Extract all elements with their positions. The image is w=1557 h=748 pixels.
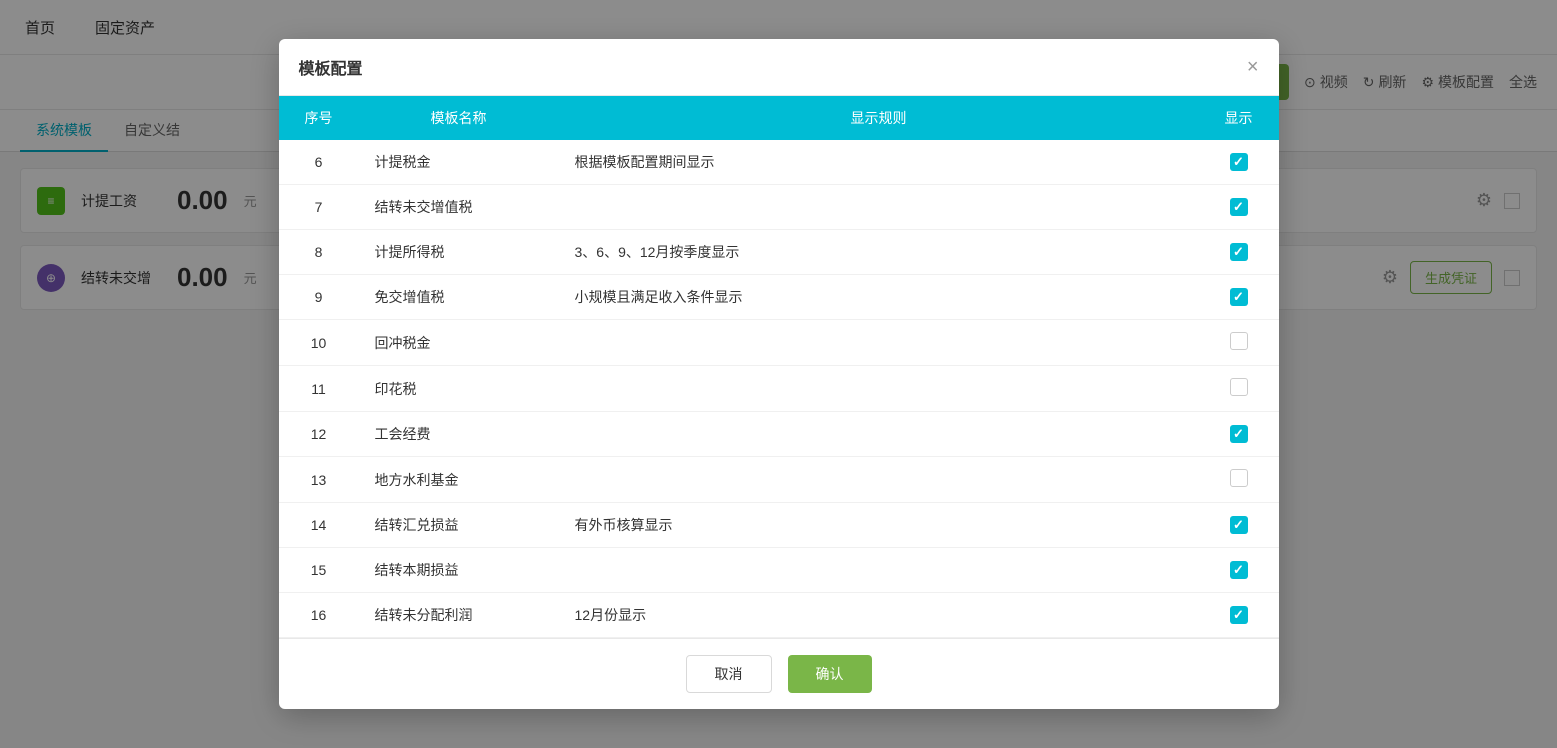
row-rule xyxy=(559,366,1199,412)
table-row: 13地方水利基金 xyxy=(279,457,1279,503)
row-name: 计提所得税 xyxy=(359,230,559,275)
row-rule: 根据模板配置期间显示 xyxy=(559,140,1199,185)
row-rule: 小规模且满足收入条件显示 xyxy=(559,275,1199,320)
row-name: 结转未分配利润 xyxy=(359,593,559,638)
row-display-cell xyxy=(1199,503,1279,548)
row-display-cell xyxy=(1199,457,1279,503)
row-name: 回冲税金 xyxy=(359,320,559,366)
table-row: 7结转未交增值税 xyxy=(279,185,1279,230)
row-display-cell xyxy=(1199,548,1279,593)
row-id: 9 xyxy=(279,275,359,320)
template-config-modal: 模板配置 × 序号 模板名称 显示规则 显示 6计提税金根据模板配置期间显示7结… xyxy=(279,39,1279,709)
row-display-cell xyxy=(1199,275,1279,320)
row-name: 印花税 xyxy=(359,366,559,412)
table-row: 16结转未分配利润12月份显示 xyxy=(279,593,1279,638)
table-row: 14结转汇兑损益有外币核算显示 xyxy=(279,503,1279,548)
row-checkbox[interactable] xyxy=(1230,288,1248,306)
row-display-cell xyxy=(1199,230,1279,275)
row-rule xyxy=(559,457,1199,503)
row-name: 工会经费 xyxy=(359,412,559,457)
row-checkbox[interactable] xyxy=(1230,469,1248,487)
modal-header: 模板配置 × xyxy=(279,39,1279,96)
row-name: 免交增值税 xyxy=(359,275,559,320)
row-id: 13 xyxy=(279,457,359,503)
col-header-id: 序号 xyxy=(279,96,359,140)
modal-footer: 取消 确认 xyxy=(279,638,1279,709)
row-checkbox[interactable] xyxy=(1230,561,1248,579)
row-checkbox[interactable] xyxy=(1230,516,1248,534)
row-checkbox[interactable] xyxy=(1230,378,1248,396)
col-header-display: 显示 xyxy=(1199,96,1279,140)
row-checkbox[interactable] xyxy=(1230,243,1248,261)
table-row: 12工会经费 xyxy=(279,412,1279,457)
row-id: 14 xyxy=(279,503,359,548)
row-name: 地方水利基金 xyxy=(359,457,559,503)
row-name: 计提税金 xyxy=(359,140,559,185)
modal-body: 序号 模板名称 显示规则 显示 6计提税金根据模板配置期间显示7结转未交增值税8… xyxy=(279,96,1279,638)
row-rule: 3、6、9、12月按季度显示 xyxy=(559,230,1199,275)
table-row: 15结转本期损益 xyxy=(279,548,1279,593)
config-table: 序号 模板名称 显示规则 显示 6计提税金根据模板配置期间显示7结转未交增值税8… xyxy=(279,96,1279,638)
table-row: 9免交增值税小规模且满足收入条件显示 xyxy=(279,275,1279,320)
row-id: 16 xyxy=(279,593,359,638)
modal-overlay: 模板配置 × 序号 模板名称 显示规则 显示 6计提税金根据模板配置期间显示7结… xyxy=(0,0,1557,748)
row-display-cell xyxy=(1199,185,1279,230)
row-rule: 有外币核算显示 xyxy=(559,503,1199,548)
row-rule xyxy=(559,548,1199,593)
col-header-rule: 显示规则 xyxy=(559,96,1199,140)
row-display-cell xyxy=(1199,366,1279,412)
modal-close-button[interactable]: × xyxy=(1247,57,1259,77)
row-display-cell xyxy=(1199,140,1279,185)
row-display-cell xyxy=(1199,320,1279,366)
row-name: 结转汇兑损益 xyxy=(359,503,559,548)
modal-title: 模板配置 xyxy=(299,55,363,79)
row-rule xyxy=(559,412,1199,457)
row-checkbox[interactable] xyxy=(1230,153,1248,171)
col-header-name: 模板名称 xyxy=(359,96,559,140)
table-row: 11印花税 xyxy=(279,366,1279,412)
cancel-button[interactable]: 取消 xyxy=(686,655,772,693)
row-rule: 12月份显示 xyxy=(559,593,1199,638)
row-id: 8 xyxy=(279,230,359,275)
row-rule xyxy=(559,320,1199,366)
row-display-cell xyxy=(1199,412,1279,457)
row-id: 12 xyxy=(279,412,359,457)
table-row: 10回冲税金 xyxy=(279,320,1279,366)
row-rule xyxy=(559,185,1199,230)
table-row: 6计提税金根据模板配置期间显示 xyxy=(279,140,1279,185)
row-id: 7 xyxy=(279,185,359,230)
confirm-button[interactable]: 确认 xyxy=(788,655,872,693)
row-name: 结转未交增值税 xyxy=(359,185,559,230)
table-row: 8计提所得税3、6、9、12月按季度显示 xyxy=(279,230,1279,275)
row-id: 10 xyxy=(279,320,359,366)
row-name: 结转本期损益 xyxy=(359,548,559,593)
row-checkbox[interactable] xyxy=(1230,332,1248,350)
row-display-cell xyxy=(1199,593,1279,638)
row-id: 6 xyxy=(279,140,359,185)
row-id: 15 xyxy=(279,548,359,593)
row-checkbox[interactable] xyxy=(1230,425,1248,443)
row-checkbox[interactable] xyxy=(1230,198,1248,216)
row-checkbox[interactable] xyxy=(1230,606,1248,624)
row-id: 11 xyxy=(279,366,359,412)
